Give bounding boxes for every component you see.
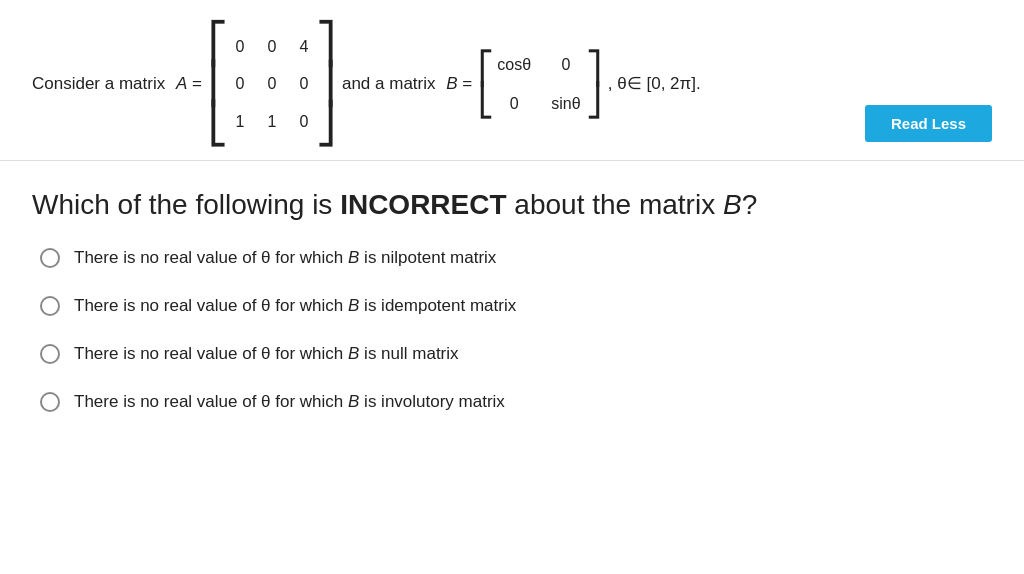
radio-4[interactable] (40, 392, 60, 412)
a-cell: 0 (295, 104, 313, 139)
theta-range: , θ∈ [0, 2π]. (608, 65, 701, 102)
options-list: There is no real value of θ for which B … (32, 234, 992, 426)
option-4[interactable]: There is no real value of θ for which B … (32, 378, 992, 426)
b-cell: sinθ (549, 86, 583, 121)
option-1-text: There is no real value of θ for which B … (74, 248, 496, 268)
question-bold: INCORRECT (340, 189, 506, 220)
a-cell: 1 (231, 104, 249, 139)
question-text: Which of the following is INCORRECT abou… (32, 185, 992, 224)
question-section: Which of the following is INCORRECT abou… (0, 161, 1024, 436)
option-2[interactable]: There is no real value of θ for which B … (32, 282, 992, 330)
matrix-b-grid: cosθ 0 0 sinθ (494, 47, 586, 121)
intro-text: Consider a matrix (32, 65, 165, 102)
bracket-right-a: ⎤⎥⎦ (316, 24, 336, 144)
bracket-right-b: ⎤⎦ (586, 52, 602, 116)
question-suffix2: ? (742, 189, 758, 220)
option-3[interactable]: There is no real value of θ for which B … (32, 330, 992, 378)
option-2-text: There is no real value of θ for which B … (74, 296, 516, 316)
a-cell: 0 (231, 29, 249, 64)
question-prefix: Which of the following is (32, 189, 340, 220)
and-text: and a matrix (342, 65, 436, 102)
radio-1[interactable] (40, 248, 60, 268)
option-3-text: There is no real value of θ for which B … (74, 344, 459, 364)
radio-3[interactable] (40, 344, 60, 364)
read-less-button[interactable]: Read Less (865, 105, 992, 142)
a-cell: 0 (295, 66, 313, 101)
matrix-b: ⎡⎣ cosθ 0 0 sinθ ⎤⎦ (478, 47, 602, 121)
problem-statement: Consider a matrix A = ⎡⎢⎣ 0 0 4 0 0 0 1 … (32, 24, 992, 144)
matrix-a: ⎡⎢⎣ 0 0 4 0 0 0 1 1 0 ⎤⎥⎦ (208, 24, 336, 144)
matrix-a-grid: 0 0 4 0 0 0 1 1 0 (228, 29, 316, 139)
option-1[interactable]: There is no real value of θ for which B … (32, 234, 992, 282)
b-cell: 0 (549, 47, 583, 82)
a-cell: 0 (263, 66, 281, 101)
bracket-left-a: ⎡⎢⎣ (208, 24, 228, 144)
matrix-a-label: A = (171, 65, 202, 102)
b-cell: 0 (497, 86, 531, 121)
bracket-left-b: ⎡⎣ (478, 52, 494, 116)
question-matrix-var: B (723, 189, 742, 220)
matrix-b-label: B = (442, 65, 473, 102)
a-cell: 0 (263, 29, 281, 64)
b-cell: cosθ (497, 47, 531, 82)
a-cell: 4 (295, 29, 313, 64)
radio-2[interactable] (40, 296, 60, 316)
a-cell: 1 (263, 104, 281, 139)
option-4-text: There is no real value of θ for which B … (74, 392, 505, 412)
a-cell: 0 (231, 66, 249, 101)
question-suffix: about the matrix (507, 189, 723, 220)
top-section: Consider a matrix A = ⎡⎢⎣ 0 0 4 0 0 0 1 … (0, 0, 1024, 161)
